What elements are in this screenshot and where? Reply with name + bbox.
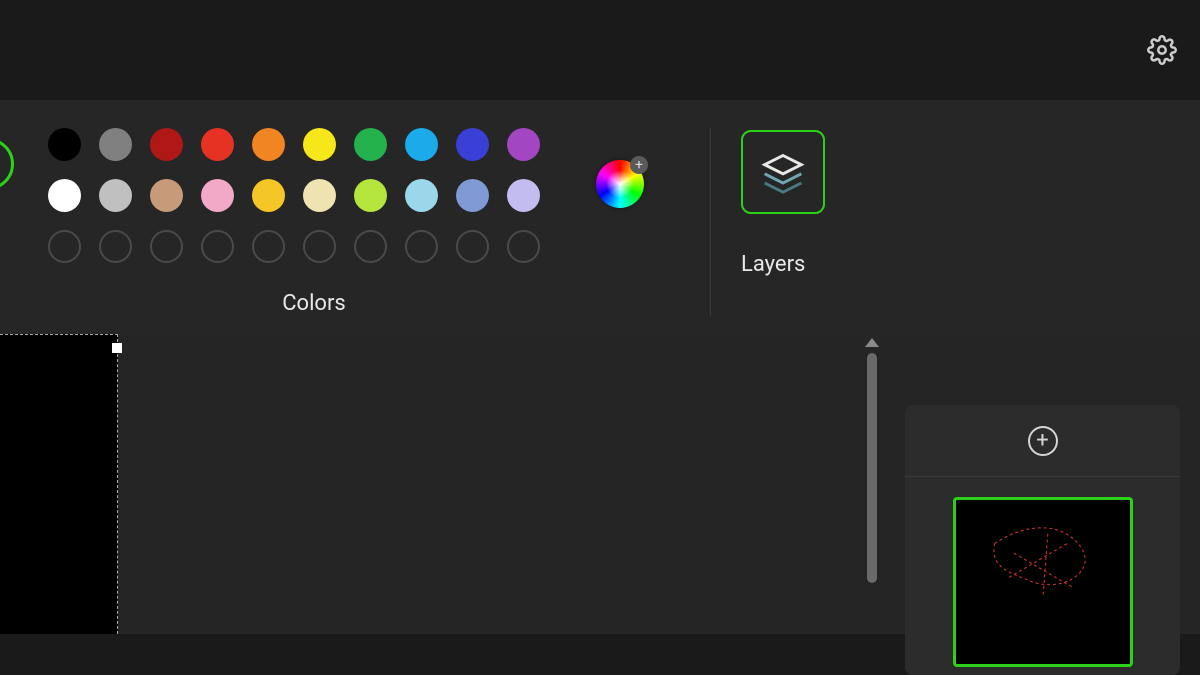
color-swatch[interactable]: [303, 179, 336, 212]
app-header: [0, 0, 1200, 100]
add-color-icon: +: [630, 156, 648, 174]
color-swatch[interactable]: [507, 179, 540, 212]
color-swatch[interactable]: [201, 179, 234, 212]
layer-thumbnail-selected[interactable]: [953, 497, 1133, 667]
color-swatch[interactable]: [405, 128, 438, 161]
layers-icon: [761, 150, 805, 194]
swatch-row-2: [48, 179, 670, 212]
color-swatch[interactable]: [405, 179, 438, 212]
colors-label: Colors: [0, 291, 670, 316]
colors-section: Colors: [10, 128, 670, 316]
color-swatch[interactable]: [150, 128, 183, 161]
swatch-row-1: [48, 128, 670, 161]
scroll-up-icon: [865, 338, 879, 347]
layer-preview-icon: [956, 500, 1130, 664]
empty-color-slot[interactable]: [507, 230, 540, 263]
toolbar-panel: Colors + Layers: [0, 100, 1200, 334]
color-swatch[interactable]: [507, 128, 540, 161]
swatch-row-empty: [48, 230, 670, 263]
empty-color-slot[interactable]: [150, 230, 183, 263]
empty-color-slot[interactable]: [201, 230, 234, 263]
color-swatch[interactable]: [252, 179, 285, 212]
color-swatch[interactable]: [354, 179, 387, 212]
empty-color-slot[interactable]: [303, 230, 336, 263]
color-swatch[interactable]: [48, 179, 81, 212]
color-swatch-grid: [48, 128, 670, 263]
canvas-selection[interactable]: [0, 334, 118, 634]
vertical-scrollbar[interactable]: [864, 338, 880, 634]
color-swatch[interactable]: [99, 128, 132, 161]
settings-button[interactable]: [1144, 32, 1180, 68]
empty-color-slot[interactable]: [405, 230, 438, 263]
layers-button[interactable]: [741, 130, 825, 214]
color-swatch[interactable]: [201, 128, 234, 161]
color-swatch[interactable]: [456, 179, 489, 212]
gear-icon: [1147, 35, 1177, 65]
layers-label: Layers: [741, 252, 805, 277]
selected-tool-indicator: [0, 128, 10, 316]
empty-color-slot[interactable]: [354, 230, 387, 263]
color-swatch[interactable]: [303, 128, 336, 161]
color-swatch[interactable]: [252, 128, 285, 161]
color-swatch[interactable]: [150, 179, 183, 212]
add-layer-button[interactable]: +: [905, 405, 1180, 477]
layers-panel: +: [905, 405, 1180, 675]
layers-section: Layers: [721, 128, 921, 316]
empty-color-slot[interactable]: [252, 230, 285, 263]
selection-handle[interactable]: [112, 343, 122, 353]
color-swatch[interactable]: [99, 179, 132, 212]
scroll-thumb[interactable]: [867, 353, 877, 583]
plus-circle-icon: +: [1028, 426, 1058, 456]
empty-color-slot[interactable]: [456, 230, 489, 263]
empty-color-slot[interactable]: [99, 230, 132, 263]
section-divider: [710, 128, 711, 316]
color-swatch[interactable]: [48, 128, 81, 161]
color-swatch[interactable]: [354, 128, 387, 161]
color-picker-button[interactable]: +: [596, 160, 644, 208]
color-swatch[interactable]: [456, 128, 489, 161]
empty-color-slot[interactable]: [48, 230, 81, 263]
